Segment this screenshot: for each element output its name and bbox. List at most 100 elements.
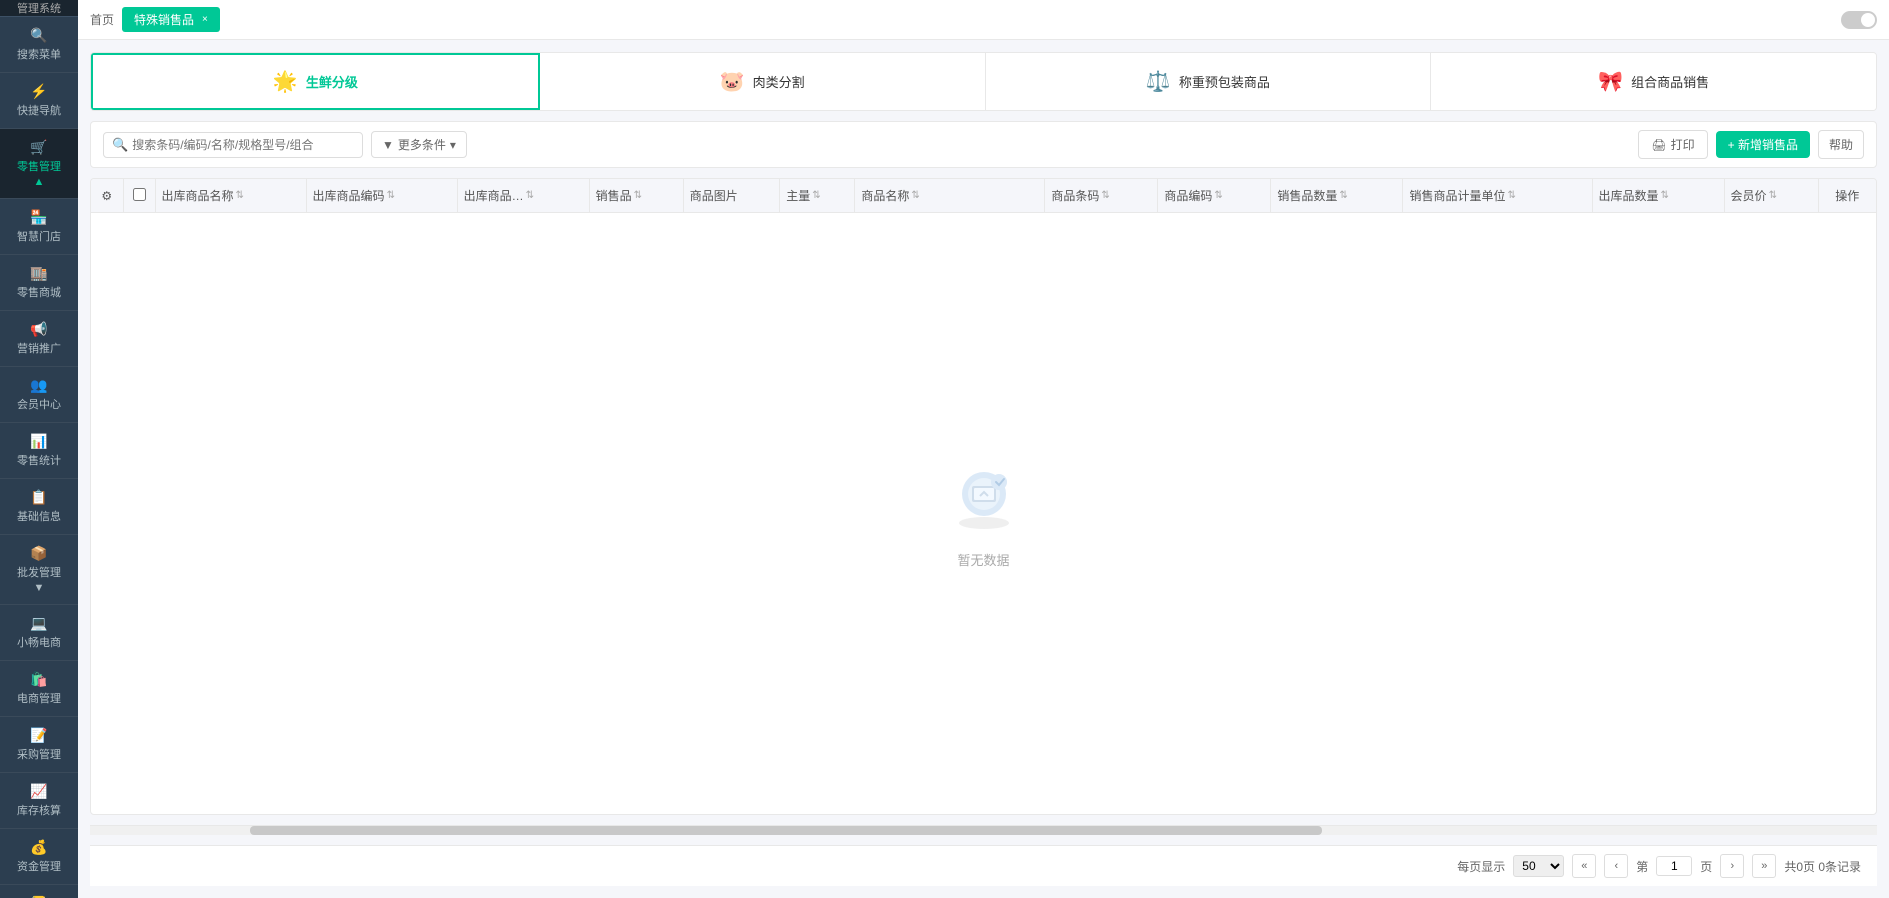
last-page-button[interactable]: » <box>1752 854 1776 878</box>
active-tab[interactable]: 特殊销售品 × <box>122 7 220 32</box>
page-number-input[interactable] <box>1656 856 1692 876</box>
filter-button[interactable]: ▼ 更多条件 ▾ <box>371 131 467 158</box>
theme-toggle[interactable] <box>1841 11 1877 29</box>
active-tab-label: 特殊销售品 <box>134 11 194 28</box>
filter-icon: ▼ <box>382 138 394 152</box>
page-label: 页 <box>1700 858 1712 875</box>
print-label: 打印 <box>1671 136 1695 153</box>
col-operation-label: 操作 <box>1835 189 1859 203</box>
tab-scale-prepack[interactable]: ⚖️ 称重预包装商品 <box>986 53 1432 110</box>
wholesale-mgmt-icon: 📦 <box>30 545 47 562</box>
col-product-barcode-label: 商品条码 <box>1051 187 1099 204</box>
tab-combo-sales[interactable]: 🎀 组合商品销售 <box>1431 53 1876 110</box>
col-main-unit[interactable]: 主量 ⇅ <box>780 179 855 213</box>
tab-meat-cut[interactable]: 🐷 肉类分割 <box>540 53 986 110</box>
next-page-icon: › <box>1730 860 1734 872</box>
col-settings[interactable]: ⚙ <box>91 179 123 213</box>
next-page-button[interactable]: › <box>1720 854 1744 878</box>
col-product-image[interactable]: 商品图片 <box>683 179 780 213</box>
sidebar: 管理系统 🔍 搜索菜单 ⚡ 快捷导航 🛒 零售管理 ▲ 🏪 智慧门店 🏬 零售商… <box>0 0 78 898</box>
col-sales-product[interactable]: 销售品 ⇅ <box>589 179 683 213</box>
meat-cut-icon: 🐷 <box>720 69 745 94</box>
sidebar-item-purchase-mgmt[interactable]: 📝 采购管理 <box>0 717 78 773</box>
empty-state: 暂无数据 <box>91 213 1876 814</box>
sidebar-item-label: 零售统计 <box>17 452 61 468</box>
search-box[interactable]: 🔍 <box>103 132 363 158</box>
sidebar-item-ecommerce-mgmt[interactable]: 🛍️ 电商管理 <box>0 661 78 717</box>
sort-icon: ⇅ <box>634 190 642 201</box>
tab-fresh-grade[interactable]: 🌟 生鲜分级 <box>91 53 540 110</box>
toolbar: 🔍 ▼ 更多条件 ▾ 🖨 打印 + 新增销售品 帮助 <box>90 121 1877 168</box>
inventory-icon: 📈 <box>30 783 47 800</box>
sort-icon: ⇅ <box>236 190 244 201</box>
basic-info-icon: 📋 <box>30 489 47 506</box>
sidebar-item-label: 资金管理 <box>17 858 61 874</box>
col-product-barcode[interactable]: 商品条码 ⇅ <box>1045 179 1158 213</box>
horizontal-scrollbar[interactable] <box>90 825 1877 835</box>
sidebar-item-smart-store[interactable]: 🏪 智慧门店 <box>0 199 78 255</box>
sidebar-item-finance[interactable]: 💰 资金管理 <box>0 829 78 885</box>
col-checkbox[interactable] <box>123 179 155 213</box>
sidebar-item-wholesale-mgmt[interactable]: 📦 批发管理 ▼ <box>0 535 78 605</box>
sidebar-item-label: 零售商城 <box>17 284 61 300</box>
marketing-icon: 📢 <box>30 321 47 338</box>
top-bar: 首页 特殊销售品 × <box>78 0 1889 40</box>
search-menu-icon: 🔍 <box>30 27 47 44</box>
sidebar-item-marketing[interactable]: 📢 营销推广 <box>0 311 78 367</box>
select-all-checkbox[interactable] <box>133 188 146 201</box>
col-out-product-code[interactable]: 出库商品编码 ⇅ <box>306 179 457 213</box>
col-product-code-label: 商品编码 <box>1164 187 1212 204</box>
pagination-bar: 每页显示 50 10 20 100 « ‹ 第 页 › » 共0页 0条记录 <box>90 845 1877 886</box>
prev-page-icon: ‹ <box>1614 860 1618 872</box>
sidebar-item-retail-mgmt[interactable]: 🛒 零售管理 ▲ <box>0 129 78 199</box>
col-product-code[interactable]: 商品编码 ⇅ <box>1158 179 1271 213</box>
col-sales-unit[interactable]: 销售商品计量单位 ⇅ <box>1403 179 1592 213</box>
home-breadcrumb[interactable]: 首页 <box>90 11 114 28</box>
sort-icon: ⇅ <box>1769 190 1777 201</box>
sidebar-item-label: 小畅电商 <box>17 634 61 650</box>
sidebar-item-basic-info[interactable]: 📋 基础信息 <box>0 479 78 535</box>
sidebar-item-general-ledger[interactable]: 📒 总账管理 <box>0 885 78 898</box>
sidebar-item-inventory[interactable]: 📈 库存核算 <box>0 773 78 829</box>
search-input[interactable] <box>132 138 354 152</box>
empty-illustration <box>944 458 1024 538</box>
col-sales-unit-label: 销售商品计量单位 <box>1409 187 1505 204</box>
col-out-product-x[interactable]: 出库商品… ⇅ <box>457 179 589 213</box>
sidebar-item-member-center[interactable]: 👥 会员中心 <box>0 367 78 423</box>
sidebar-item-retail-mall[interactable]: 🏬 零售商城 <box>0 255 78 311</box>
sort-icon: ⇅ <box>1507 190 1515 201</box>
sidebar-item-search-menu[interactable]: 🔍 搜索菜单 <box>0 17 78 73</box>
finance-icon: 💰 <box>30 839 47 856</box>
page-label-pre: 第 <box>1636 858 1648 875</box>
print-button[interactable]: 🖨 打印 <box>1638 130 1707 159</box>
quick-nav-icon: ⚡ <box>30 83 47 100</box>
close-tab-button[interactable]: × <box>202 14 208 25</box>
fresh-grade-icon: 🌟 <box>273 69 298 94</box>
col-out-product-name[interactable]: 出库商品名称 ⇅ <box>155 179 306 213</box>
per-page-select[interactable]: 50 10 20 100 <box>1513 855 1564 877</box>
sidebar-item-retail-stats[interactable]: 📊 零售统计 <box>0 423 78 479</box>
sidebar-item-label: 零售管理 <box>17 158 61 174</box>
col-product-name[interactable]: 商品名称 ⇅ <box>855 179 1045 213</box>
new-product-button[interactable]: + 新增销售品 <box>1716 131 1810 158</box>
prev-page-button[interactable]: ‹ <box>1604 854 1628 878</box>
col-settings-icon: ⚙ <box>101 189 112 203</box>
first-page-button[interactable]: « <box>1572 854 1596 878</box>
tab-fresh-grade-label: 生鲜分级 <box>306 72 358 91</box>
col-sales-qty[interactable]: 销售品数量 ⇅ <box>1271 179 1403 213</box>
sidebar-item-quick-nav[interactable]: ⚡ 快捷导航 <box>0 73 78 129</box>
col-member-price[interactable]: 会员价 ⇅ <box>1724 179 1818 213</box>
sidebar-item-label: 会员中心 <box>17 396 61 412</box>
sidebar-item-label: 搜索菜单 <box>17 46 61 62</box>
col-operation: 操作 <box>1818 179 1876 213</box>
filter-arrow-icon: ▾ <box>450 138 456 152</box>
col-member-price-label: 会员价 <box>1731 187 1767 204</box>
total-text: 共0页 0条记录 <box>1784 858 1861 875</box>
small-shop-icon: 💻 <box>30 615 47 632</box>
sidebar-item-small-shop[interactable]: 💻 小畅电商 <box>0 605 78 661</box>
tab-meat-cut-label: 肉类分割 <box>753 72 805 91</box>
sidebar-item-label: 电商管理 <box>17 690 61 706</box>
col-out-qty[interactable]: 出库品数量 ⇅ <box>1592 179 1724 213</box>
filter-label: 更多条件 <box>398 136 446 153</box>
help-button[interactable]: 帮助 <box>1818 130 1864 159</box>
